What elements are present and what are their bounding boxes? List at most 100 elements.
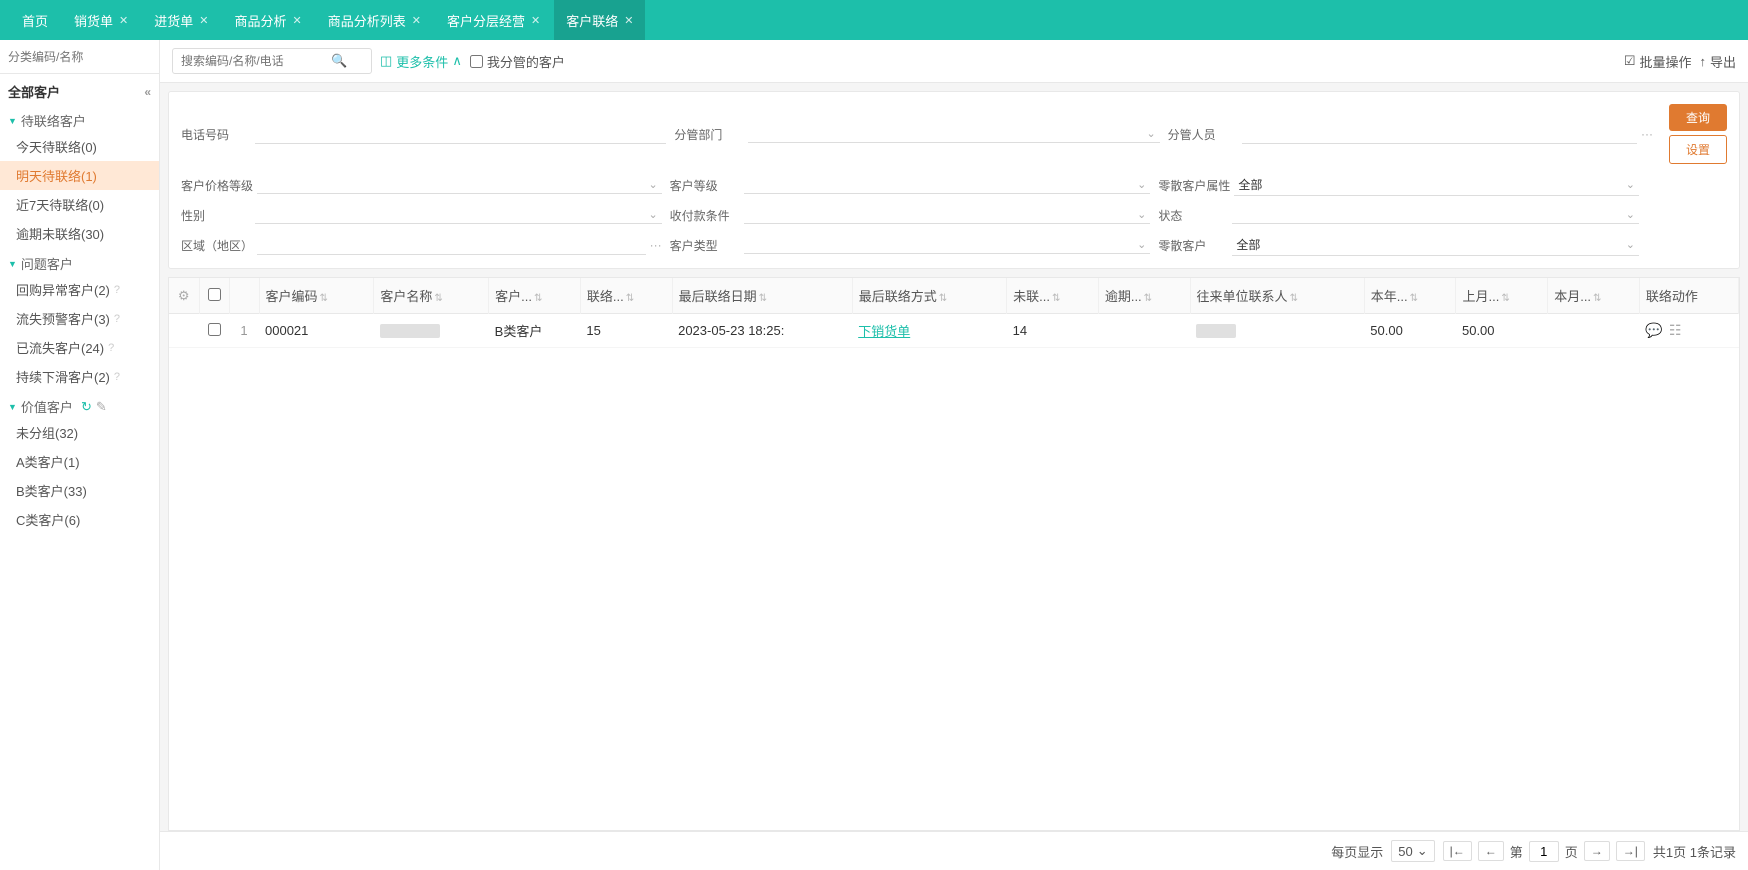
search-icon[interactable]: 🔍 [331, 53, 347, 69]
row-checkbox-cell[interactable] [199, 314, 229, 348]
col-header-this-year[interactable]: 本年...⇅ [1364, 278, 1456, 314]
settings-col-header[interactable]: ⚙ [169, 278, 199, 314]
filter-manager-dots[interactable]: ··· [1641, 127, 1653, 141]
col-header-name[interactable]: 客户名称⇅ [374, 278, 489, 314]
filter-customer-level-select[interactable]: ⌄ [744, 176, 1151, 194]
nav-item-home[interactable]: 首页 [10, 0, 60, 40]
col-header-contact-count[interactable]: 联络...⇅ [580, 278, 672, 314]
sidebar-item-overdue-contact[interactable]: 逾期未联络(30) [0, 219, 159, 248]
nav-item-purchase[interactable]: 进货单 ✕ [142, 0, 220, 40]
row-checkbox[interactable] [208, 323, 221, 336]
sidebar-item-repurchase-abnormal[interactable]: 回购异常客户(2) ? [0, 275, 159, 304]
sidebar-item-c-class[interactable]: C类客户(6) [0, 505, 159, 534]
chevron-down-icon: ⌄ [1626, 178, 1635, 191]
sort-icon: ⇅ [1593, 293, 1601, 304]
close-icon[interactable]: ✕ [199, 14, 208, 27]
grid-icon[interactable]: ☷ [1669, 322, 1682, 339]
main-layout: 🔍 全部客户 « 待联络客户 今天待联络(0) 明天待联络(1) 近7天待联络(… [0, 40, 1748, 870]
sort-icon: ⇅ [1501, 293, 1509, 304]
filter-field-retail-attr: 零散客户属性 全部 ⌄ [1158, 174, 1639, 196]
edit-icon[interactable]: ✎ [96, 399, 107, 415]
chevron-down-icon: ⌄ [648, 208, 657, 221]
prev-page-btn[interactable]: ← [1478, 841, 1504, 861]
filter-status-select[interactable]: ⌄ [1232, 206, 1639, 224]
filter-region-input[interactable] [257, 236, 646, 255]
batch-op-btn[interactable]: ☑ 批量操作 [1624, 52, 1692, 71]
select-all-checkbox[interactable] [208, 288, 221, 301]
nav-item-sales[interactable]: 销货单 ✕ [62, 0, 140, 40]
filter-price-level-select[interactable]: ⌄ [257, 176, 662, 194]
search-input[interactable] [181, 54, 331, 68]
close-icon[interactable]: ✕ [293, 14, 302, 27]
filter-manager-input[interactable] [1242, 125, 1637, 144]
sidebar-item-churned[interactable]: 已流失客户(24) ? [0, 333, 159, 362]
filter-icon: ◫ [380, 53, 392, 69]
col-header-contact-person[interactable]: 往来单位联系人⇅ [1190, 278, 1364, 314]
filter-phone-input[interactable] [255, 125, 666, 144]
close-icon[interactable]: ✕ [624, 14, 633, 27]
filter-region-dots[interactable]: ··· [650, 238, 662, 252]
nav-item-customer-tier[interactable]: 客户分层经营 ✕ [435, 0, 552, 40]
sidebar-item-declining[interactable]: 持续下滑客户(2) ? [0, 362, 159, 391]
my-customer-checkbox[interactable] [470, 55, 483, 68]
close-icon[interactable]: ✕ [119, 14, 128, 27]
nav-item-customer-contact[interactable]: 客户联络 ✕ [554, 0, 645, 40]
row-overdue [1098, 314, 1190, 348]
row-type: B类客户 [489, 314, 581, 348]
collapse-icon[interactable]: « [144, 85, 151, 99]
row-last-method[interactable]: 下销货单 [852, 314, 1006, 348]
row-last-date: 2023-05-23 18:25: [672, 314, 852, 348]
filter-customer-type-select[interactable]: ⌄ [744, 236, 1151, 254]
my-customer-checkbox-wrapper[interactable]: 我分管的客户 [470, 52, 565, 71]
filter-btn[interactable]: ◫ 更多条件 ∧ [380, 52, 462, 71]
filter-field-phone: 电话号码 [181, 125, 666, 144]
sidebar-item-tomorrow-contact[interactable]: 明天待联络(1) [0, 161, 159, 190]
sidebar-group-problem: 问题客户 [0, 248, 159, 275]
close-icon[interactable]: ✕ [412, 14, 421, 27]
chevron-down-icon: ⌄ [1146, 127, 1155, 140]
comment-icon[interactable]: 💬 [1645, 322, 1662, 339]
col-header-last-method[interactable]: 最后联络方式⇅ [852, 278, 1006, 314]
help-icon: ? [114, 313, 120, 325]
page-input[interactable] [1529, 841, 1559, 862]
chevron-down-icon: ⌄ [1137, 238, 1146, 251]
col-header-this-month[interactable]: 本月...⇅ [1548, 278, 1640, 314]
all-customers-label[interactable]: 全部客户 « [0, 74, 159, 105]
page-size-select[interactable]: 50 ⌄ [1391, 840, 1434, 862]
sidebar-item-ungrouped[interactable]: 未分组(32) [0, 418, 159, 447]
sidebar-item-today-contact[interactable]: 今天待联络(0) [0, 132, 159, 161]
filter-gender-select[interactable]: ⌄ [255, 206, 662, 224]
nav-item-product-analysis-list[interactable]: 商品分析列表 ✕ [316, 0, 433, 40]
checkbox-col-header[interactable] [199, 278, 229, 314]
filter-dept-select[interactable]: ⌄ [748, 125, 1159, 143]
next-page-btn[interactable]: → [1584, 841, 1610, 861]
sidebar-item-a-class[interactable]: A类客户(1) [0, 447, 159, 476]
sidebar-item-b-class[interactable]: B类客户(33) [0, 476, 159, 505]
first-page-btn[interactable]: |← [1443, 841, 1472, 861]
nav-label-home: 首页 [22, 11, 48, 30]
sidebar-item-7days-contact[interactable]: 近7天待联络(0) [0, 190, 159, 219]
close-icon[interactable]: ✕ [531, 14, 540, 27]
export-icon: ↑ [1699, 54, 1706, 69]
refresh-icon[interactable]: ↻ [81, 399, 92, 415]
sidebar-item-churn-warning[interactable]: 流失预警客户(3) ? [0, 304, 159, 333]
filter-panel: 电话号码 分管部门 ⌄ 分管人员 ··· 查询 设置 [168, 91, 1740, 269]
col-header-overdue[interactable]: 逾期...⇅ [1098, 278, 1190, 314]
export-btn[interactable]: ↑ 导出 [1699, 52, 1736, 71]
col-header-last-month[interactable]: 上月...⇅ [1456, 278, 1548, 314]
set-button[interactable]: 设置 [1669, 135, 1727, 164]
filter-retail-attr-select[interactable]: 全部 ⌄ [1234, 174, 1639, 196]
filter-retail-customer-select[interactable]: 全部 ⌄ [1232, 234, 1639, 256]
col-header-code[interactable]: 客户编码⇅ [259, 278, 374, 314]
col-header-last-date[interactable]: 最后联络日期⇅ [672, 278, 852, 314]
query-button[interactable]: 查询 [1669, 104, 1727, 131]
sidebar-search-input[interactable] [8, 50, 160, 64]
row-this-year: 50.00 [1364, 314, 1456, 348]
nav-item-product-analysis[interactable]: 商品分析 ✕ [222, 0, 313, 40]
col-header-type[interactable]: 客户...⇅ [489, 278, 581, 314]
sort-icon: ⇅ [320, 293, 328, 304]
col-header-not-contacted[interactable]: 未联...⇅ [1007, 278, 1099, 314]
filter-payment-select[interactable]: ⌄ [744, 206, 1151, 224]
row-this-month [1548, 314, 1640, 348]
last-page-btn[interactable]: →| [1616, 841, 1645, 861]
